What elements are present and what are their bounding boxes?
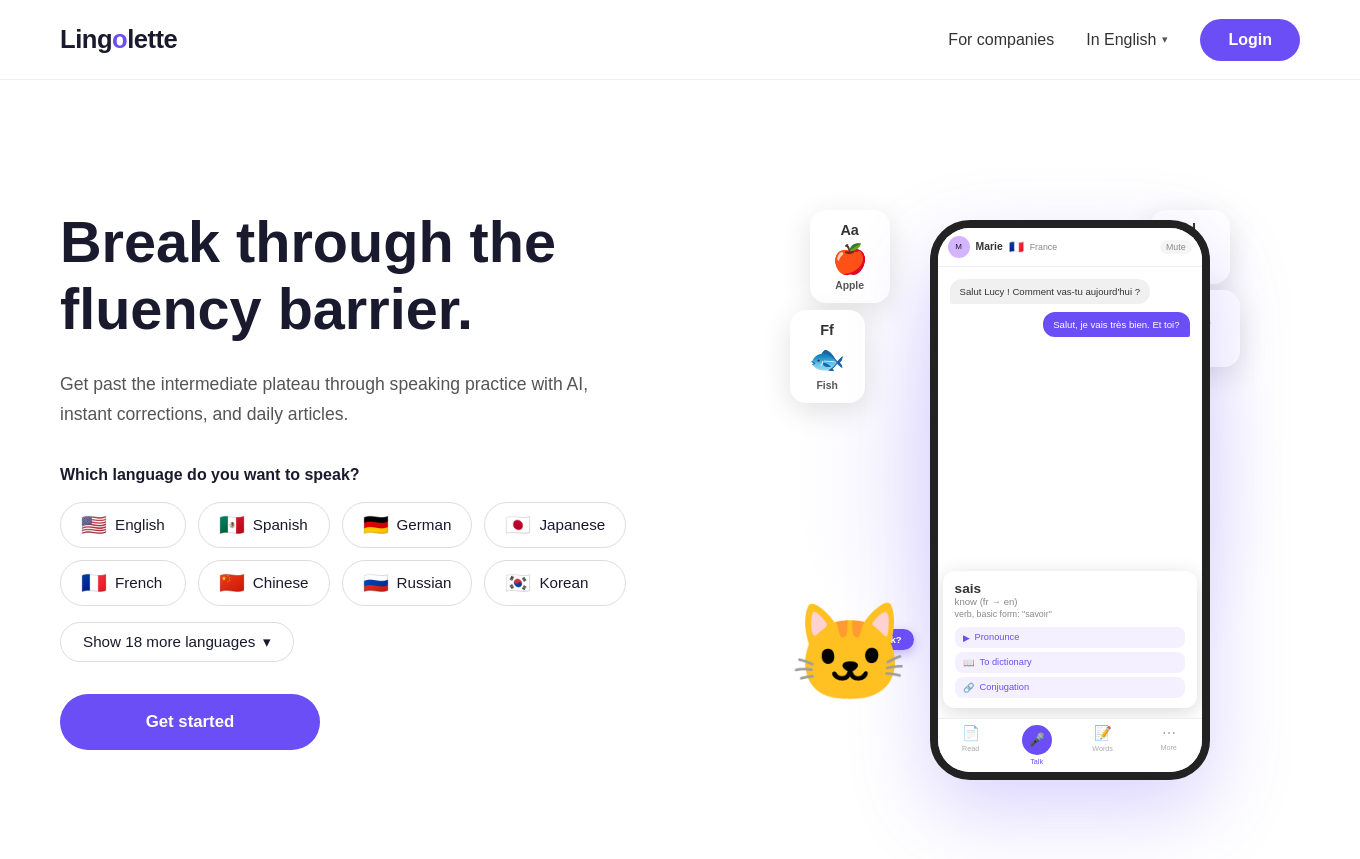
phone-mockup: Aa 🍎 Apple Ff 🐟 Fish LI 🐱 🐱 Letty (870, 190, 1210, 770)
lang-label-russian: Russian (397, 574, 452, 591)
flag-chinese: 🇨🇳 (219, 571, 245, 595)
flag-german: 🇩🇪 (363, 513, 389, 537)
flag-russian: 🇷🇺 (363, 571, 389, 595)
tooltip-word: sais (955, 581, 1185, 596)
flag-french: 🇫🇷 (81, 571, 107, 595)
lang-label-chinese: Chinese (253, 574, 309, 591)
navbar: Lingolette For companies In English ▾ Lo… (0, 0, 1360, 80)
hero-section: Break through the fluency barrier. Get p… (0, 80, 1360, 859)
lang-label-french: French (115, 574, 162, 591)
nav-read[interactable]: 📄 Read (938, 725, 1004, 766)
flag-japanese: 🇯🇵 (505, 513, 531, 537)
hero-left: Break through the fluency barrier. Get p… (60, 209, 742, 749)
language-label: In English (1086, 31, 1156, 49)
lang-btn-korean[interactable]: 🇰🇷 Korean (484, 560, 626, 606)
contact-country: France (1030, 242, 1057, 252)
read-icon: 📄 (962, 725, 980, 742)
language-selector[interactable]: In English ▾ (1086, 31, 1168, 49)
show-more-languages-button[interactable]: Show 18 more languages ▾ (60, 622, 294, 662)
chat-bubble-received-1: Salut Lucy ! Comment vas-tu aujourd'hui … (950, 279, 1150, 304)
nav-right: For companies In English ▾ Login (948, 19, 1300, 61)
phone-body: M Marie 🇫🇷 France Mute Salut Lucy ! Comm… (930, 220, 1210, 780)
contact-flag: 🇫🇷 (1009, 240, 1024, 254)
chevron-down-icon: ▾ (1162, 33, 1168, 46)
tooltip-translation: know (fr → en) (955, 596, 1185, 607)
phone-screen: M Marie 🇫🇷 France Mute Salut Lucy ! Comm… (938, 228, 1202, 772)
flag-spanish: 🇲🇽 (219, 513, 245, 537)
lang-btn-english[interactable]: 🇺🇸 English (60, 502, 186, 548)
nav-words[interactable]: 📝 Words (1070, 725, 1136, 766)
tooltip-actions: ▶ Pronounce 📖 To dictionary 🔗 Conjugatio (955, 627, 1185, 698)
chat-area: Salut Lucy ! Comment vas-tu aujourd'hui … (938, 267, 1202, 718)
flashcard-aa-label: Aa (840, 222, 858, 238)
flashcard-ff: Ff 🐟 Fish (790, 310, 865, 403)
dictionary-button[interactable]: 📖 To dictionary (955, 652, 1185, 673)
mute-button[interactable]: Mute (1160, 240, 1192, 254)
flag-korean: 🇰🇷 (505, 571, 531, 595)
flashcard-ff-label: Ff (820, 322, 834, 338)
fish-icon: 🐟 (809, 342, 845, 376)
lang-btn-japanese[interactable]: 🇯🇵 Japanese (484, 502, 626, 548)
tooltip-verb-form: verb, basic form: "savoir" (955, 609, 1185, 619)
conjugation-icon: 🔗 (963, 682, 975, 693)
nav-more[interactable]: ⋯ More (1136, 725, 1202, 766)
more-icon: ⋯ (1162, 725, 1176, 741)
word-tooltip-card: sais know (fr → en) verb, basic form: "s… (943, 571, 1197, 708)
phone-bottom-nav: 📄 Read 🎤 Talk 📝 Words ⋯ (938, 718, 1202, 772)
show-more-label: Show 18 more languages (83, 633, 255, 650)
cat-mascot: 🐱 (790, 590, 900, 710)
dictionary-icon: 📖 (963, 657, 975, 668)
words-icon: 📝 (1094, 725, 1112, 742)
hero-subtitle: Get past the intermediate plateau throug… (60, 370, 600, 430)
flag-english: 🇺🇸 (81, 513, 107, 537)
lang-btn-russian[interactable]: 🇷🇺 Russian (342, 560, 473, 606)
lang-btn-french[interactable]: 🇫🇷 French (60, 560, 186, 606)
chat-header: M Marie 🇫🇷 France Mute (938, 228, 1202, 267)
lang-label-spanish: Spanish (253, 516, 308, 533)
language-grid: 🇺🇸 English 🇲🇽 Spanish 🇩🇪 German 🇯🇵 Japan… (60, 502, 626, 606)
contact-name: Marie (976, 241, 1003, 252)
flashcard-aa: Aa 🍎 Apple (810, 210, 890, 303)
flashcard-ff-text: Fish (816, 380, 837, 391)
login-button[interactable]: Login (1200, 19, 1300, 61)
contact-avatar: M (948, 236, 970, 258)
pronounce-icon: ▶ (963, 632, 970, 643)
conjugation-button[interactable]: 🔗 Conjugation (955, 677, 1185, 698)
hero-title: Break through the fluency barrier. (60, 209, 742, 341)
mic-button[interactable]: 🎤 (1022, 725, 1052, 755)
lang-btn-spanish[interactable]: 🇲🇽 Spanish (198, 502, 330, 548)
lang-label-japanese: Japanese (539, 516, 605, 533)
lang-btn-german[interactable]: 🇩🇪 German (342, 502, 473, 548)
lang-label-german: German (397, 516, 452, 533)
lang-label-korean: Korean (539, 574, 588, 591)
logo[interactable]: Lingolette (60, 25, 177, 54)
chat-bubble-sent-1: Salut, je vais très bien. Et toi? (1043, 312, 1189, 337)
pronounce-button[interactable]: ▶ Pronounce (955, 627, 1185, 648)
apple-icon: 🍎 (832, 242, 868, 276)
nav-talk[interactable]: 🎤 Talk (1004, 725, 1070, 766)
for-companies-link[interactable]: For companies (948, 31, 1054, 49)
hero-right: Aa 🍎 Apple Ff 🐟 Fish LI 🐱 🐱 Letty (779, 190, 1300, 770)
lang-btn-chinese[interactable]: 🇨🇳 Chinese (198, 560, 330, 606)
flashcard-aa-text: Apple (835, 280, 864, 291)
which-lang-label: Which language do you want to speak? (60, 466, 742, 484)
lang-label-english: English (115, 516, 165, 533)
get-started-button[interactable]: Get started (60, 694, 320, 750)
chevron-down-icon: ▾ (263, 633, 271, 651)
